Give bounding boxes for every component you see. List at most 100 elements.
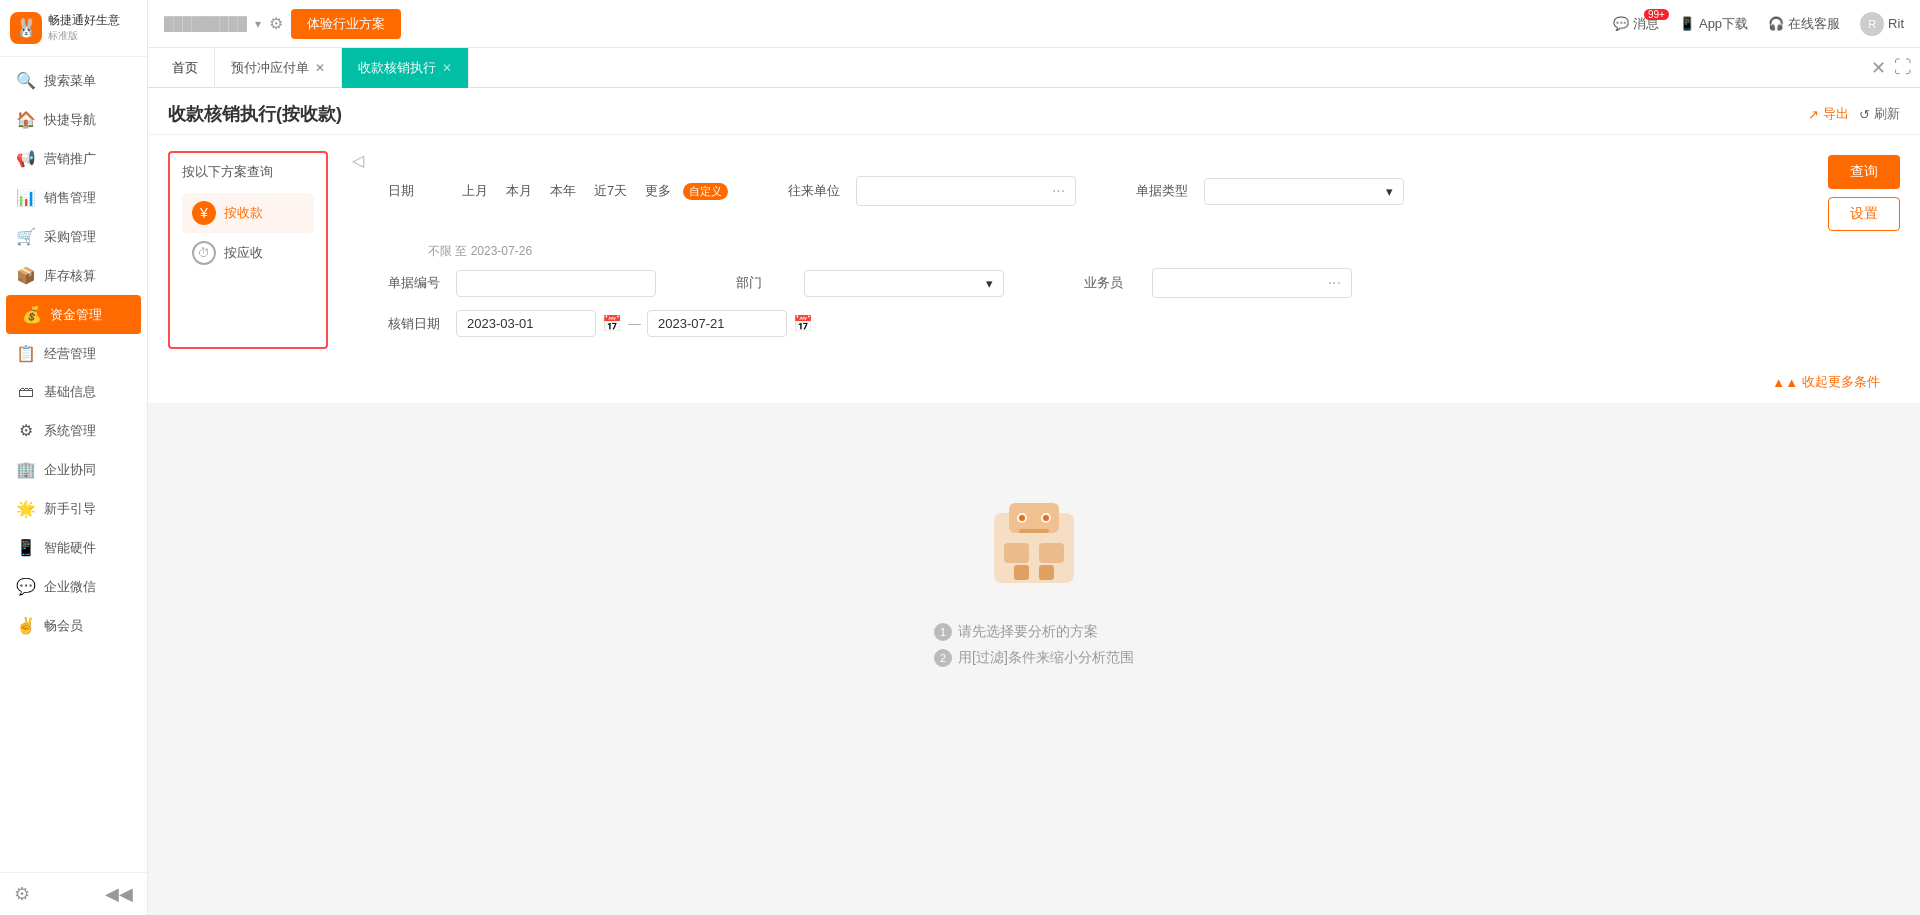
app-download-button[interactable]: 📱 App下载 bbox=[1679, 15, 1748, 33]
sidebar-item-sales[interactable]: 📊 销售管理 bbox=[0, 178, 147, 217]
tabbar-expand-icon[interactable]: ⛶ bbox=[1894, 57, 1912, 78]
svg-rect-6 bbox=[1019, 529, 1049, 533]
doctype-label: 单据类型 bbox=[1136, 182, 1196, 200]
tab-receipt-verify[interactable]: 收款核销执行 ✕ bbox=[342, 48, 469, 88]
date-btn-thisyear[interactable]: 本年 bbox=[544, 180, 582, 202]
settings-bottom-icon[interactable]: ⚙ bbox=[14, 883, 30, 905]
sales-icon: 📊 bbox=[16, 188, 36, 207]
headset-icon: 🎧 bbox=[1768, 16, 1784, 31]
sidebar-item-quicknav[interactable]: 🏠 快捷导航 bbox=[0, 100, 147, 139]
message-button[interactable]: 💬 消息 99+ bbox=[1613, 15, 1659, 33]
step2-num: 2 bbox=[934, 649, 952, 667]
sidebar-item-collab[interactable]: 🏢 企业协同 bbox=[0, 450, 147, 489]
doctype-select[interactable]: ▾ bbox=[1204, 178, 1404, 205]
user-menu[interactable]: R Rit bbox=[1860, 12, 1904, 36]
tabbar: 首页 预付冲应付单 ✕ 收款核销执行 ✕ ✕ ⛶ bbox=[148, 48, 1920, 88]
collapse-bar: ▲▲ 收起更多条件 bbox=[148, 365, 1920, 403]
sidebar-item-search[interactable]: 🔍 搜索菜单 bbox=[0, 61, 147, 100]
tab-home[interactable]: 首页 bbox=[156, 48, 215, 88]
query-button[interactable]: 查询 bbox=[1828, 155, 1900, 189]
sidebar-item-member[interactable]: ✌ 畅会员 bbox=[0, 606, 147, 645]
query-by-receivable-option[interactable]: ⏱ 按应收 bbox=[182, 233, 314, 273]
sidebar-item-guide[interactable]: 🌟 新手引导 bbox=[0, 489, 147, 528]
date-btn-lastmonth[interactable]: 上月 bbox=[456, 180, 494, 202]
main-area: █████████ ▾ ⚙ 体验行业方案 💬 消息 99+ 📱 App下载 🎧 … bbox=[148, 0, 1920, 915]
query-buttons: 查询 设置 bbox=[1828, 151, 1900, 231]
empty-text-block: 1 请先选择要分析的方案 2 用[过滤]条件来缩小分析范围 bbox=[934, 623, 1134, 675]
tabbar-actions: ✕ ⛶ bbox=[1871, 57, 1912, 79]
sidebar-item-finance[interactable]: 💰 资金管理 bbox=[6, 295, 141, 334]
topbar-gear-icon[interactable]: ⚙ bbox=[269, 14, 283, 33]
message-badge: 99+ bbox=[1644, 9, 1669, 20]
date-btn-more[interactable]: 更多 bbox=[639, 180, 677, 202]
salesperson-input[interactable]: ··· bbox=[1152, 268, 1352, 298]
page-title: 收款核销执行(按收款) bbox=[168, 102, 342, 126]
sidebar-item-hardware[interactable]: 📱 智能硬件 bbox=[0, 528, 147, 567]
counterparty-ellipsis-icon[interactable]: ··· bbox=[1052, 182, 1065, 200]
sidebar-item-system[interactable]: ⚙ 系统管理 bbox=[0, 411, 147, 450]
svg-point-5 bbox=[1043, 515, 1049, 521]
sidebar-item-label: 基础信息 bbox=[44, 383, 96, 401]
tab-prepayment-close-icon[interactable]: ✕ bbox=[315, 61, 325, 75]
sidebar-item-label: 资金管理 bbox=[50, 306, 102, 324]
filter-row-1: 日期 上月 本月 本年 近7天 更多 自定义 往来单位 bbox=[388, 151, 1900, 231]
setting-button[interactable]: 设置 bbox=[1828, 197, 1900, 231]
export-button[interactable]: ↗ 导出 bbox=[1808, 105, 1849, 123]
topbar-right: 💬 消息 99+ 📱 App下载 🎧 在线客服 R Rit bbox=[1613, 12, 1904, 36]
sidebar-logo: 🐰 畅捷通好生意 标准版 bbox=[0, 0, 147, 57]
date-custom-badge[interactable]: 自定义 bbox=[683, 183, 728, 200]
query-by-receipt-option[interactable]: ¥ 按收款 bbox=[182, 193, 314, 233]
date-btn-thismonth[interactable]: 本月 bbox=[500, 180, 538, 202]
marketing-icon: 📢 bbox=[16, 149, 36, 168]
verify-date-label: 核销日期 bbox=[388, 315, 448, 333]
date-range-dash: — bbox=[628, 316, 641, 331]
docno-input[interactable] bbox=[456, 270, 656, 297]
tab-prepayment[interactable]: 预付冲应付单 ✕ bbox=[215, 48, 342, 88]
collapse-button[interactable]: ▲▲ 收起更多条件 bbox=[1752, 365, 1900, 399]
sidebar-footer: ⚙ ◀◀ bbox=[0, 872, 147, 915]
verify-date-start-calendar-icon[interactable]: 📅 bbox=[602, 314, 622, 333]
sidebar: 🐰 畅捷通好生意 标准版 🔍 搜索菜单 🏠 快捷导航 📢 营销推广 📊 销售管理… bbox=[0, 0, 148, 915]
sidebar-item-purchase[interactable]: 🛒 采购管理 bbox=[0, 217, 147, 256]
receivable-option-label: 按应收 bbox=[224, 244, 263, 262]
online-service-button[interactable]: 🎧 在线客服 bbox=[1768, 15, 1840, 33]
sidebar-item-wechat[interactable]: 💬 企业微信 bbox=[0, 567, 147, 606]
tabbar-close-icon[interactable]: ✕ bbox=[1871, 57, 1886, 79]
salesperson-ellipsis-icon[interactable]: ··· bbox=[1328, 274, 1341, 292]
counterparty-input[interactable]: ··· bbox=[856, 176, 1076, 206]
sidebar-item-inventory[interactable]: 📦 库存核算 bbox=[0, 256, 147, 295]
dept-dropdown-icon: ▾ bbox=[986, 276, 993, 291]
topbar-dropdown-icon[interactable]: ▾ bbox=[255, 17, 261, 31]
sidebar-item-label: 系统管理 bbox=[44, 422, 96, 440]
sidebar-item-management[interactable]: 📋 经营管理 bbox=[0, 334, 147, 373]
panel-collapse-arrow[interactable]: ◁ bbox=[344, 151, 372, 349]
sidebar-item-label: 新手引导 bbox=[44, 500, 96, 518]
collapse-label: 收起更多条件 bbox=[1802, 373, 1880, 391]
hardware-icon: 📱 bbox=[16, 538, 36, 557]
sidebar-item-marketing[interactable]: 📢 营销推广 bbox=[0, 139, 147, 178]
verify-date-filter-group: 核销日期 📅 — 📅 bbox=[388, 310, 813, 337]
sidebar-item-basic[interactable]: 🗃 基础信息 bbox=[0, 373, 147, 411]
step1-num: 1 bbox=[934, 623, 952, 641]
basic-icon: 🗃 bbox=[16, 383, 36, 401]
refresh-button[interactable]: ↺ 刷新 bbox=[1859, 105, 1900, 123]
empty-hint2: 用[过滤]条件来缩小分析范围 bbox=[958, 649, 1134, 667]
phone-icon: 📱 bbox=[1679, 16, 1695, 31]
verify-date-start-input[interactable] bbox=[456, 310, 596, 337]
sidebar-nav: 🔍 搜索菜单 🏠 快捷导航 📢 营销推广 📊 销售管理 🛒 采购管理 📦 库存核… bbox=[0, 57, 147, 872]
date-btn-7days[interactable]: 近7天 bbox=[588, 180, 633, 202]
doctype-filter-group: 单据类型 ▾ bbox=[1136, 178, 1404, 205]
service-label: 在线客服 bbox=[1788, 15, 1840, 33]
solution-button[interactable]: 体验行业方案 bbox=[291, 9, 401, 39]
sidebar-item-label: 企业微信 bbox=[44, 578, 96, 596]
verify-date-end-input[interactable] bbox=[647, 310, 787, 337]
message-icon: 💬 bbox=[1613, 16, 1629, 31]
svg-rect-1 bbox=[1009, 503, 1059, 533]
sidebar-item-label: 库存核算 bbox=[44, 267, 96, 285]
counterparty-filter-group: 往来单位 ··· bbox=[788, 176, 1076, 206]
dept-select[interactable]: ▾ bbox=[804, 270, 1004, 297]
collapse-sidebar-icon[interactable]: ◀◀ bbox=[105, 883, 133, 905]
verify-date-end-calendar-icon[interactable]: 📅 bbox=[793, 314, 813, 333]
docno-label: 单据编号 bbox=[388, 274, 448, 292]
tab-receipt-verify-close-icon[interactable]: ✕ bbox=[442, 61, 452, 75]
